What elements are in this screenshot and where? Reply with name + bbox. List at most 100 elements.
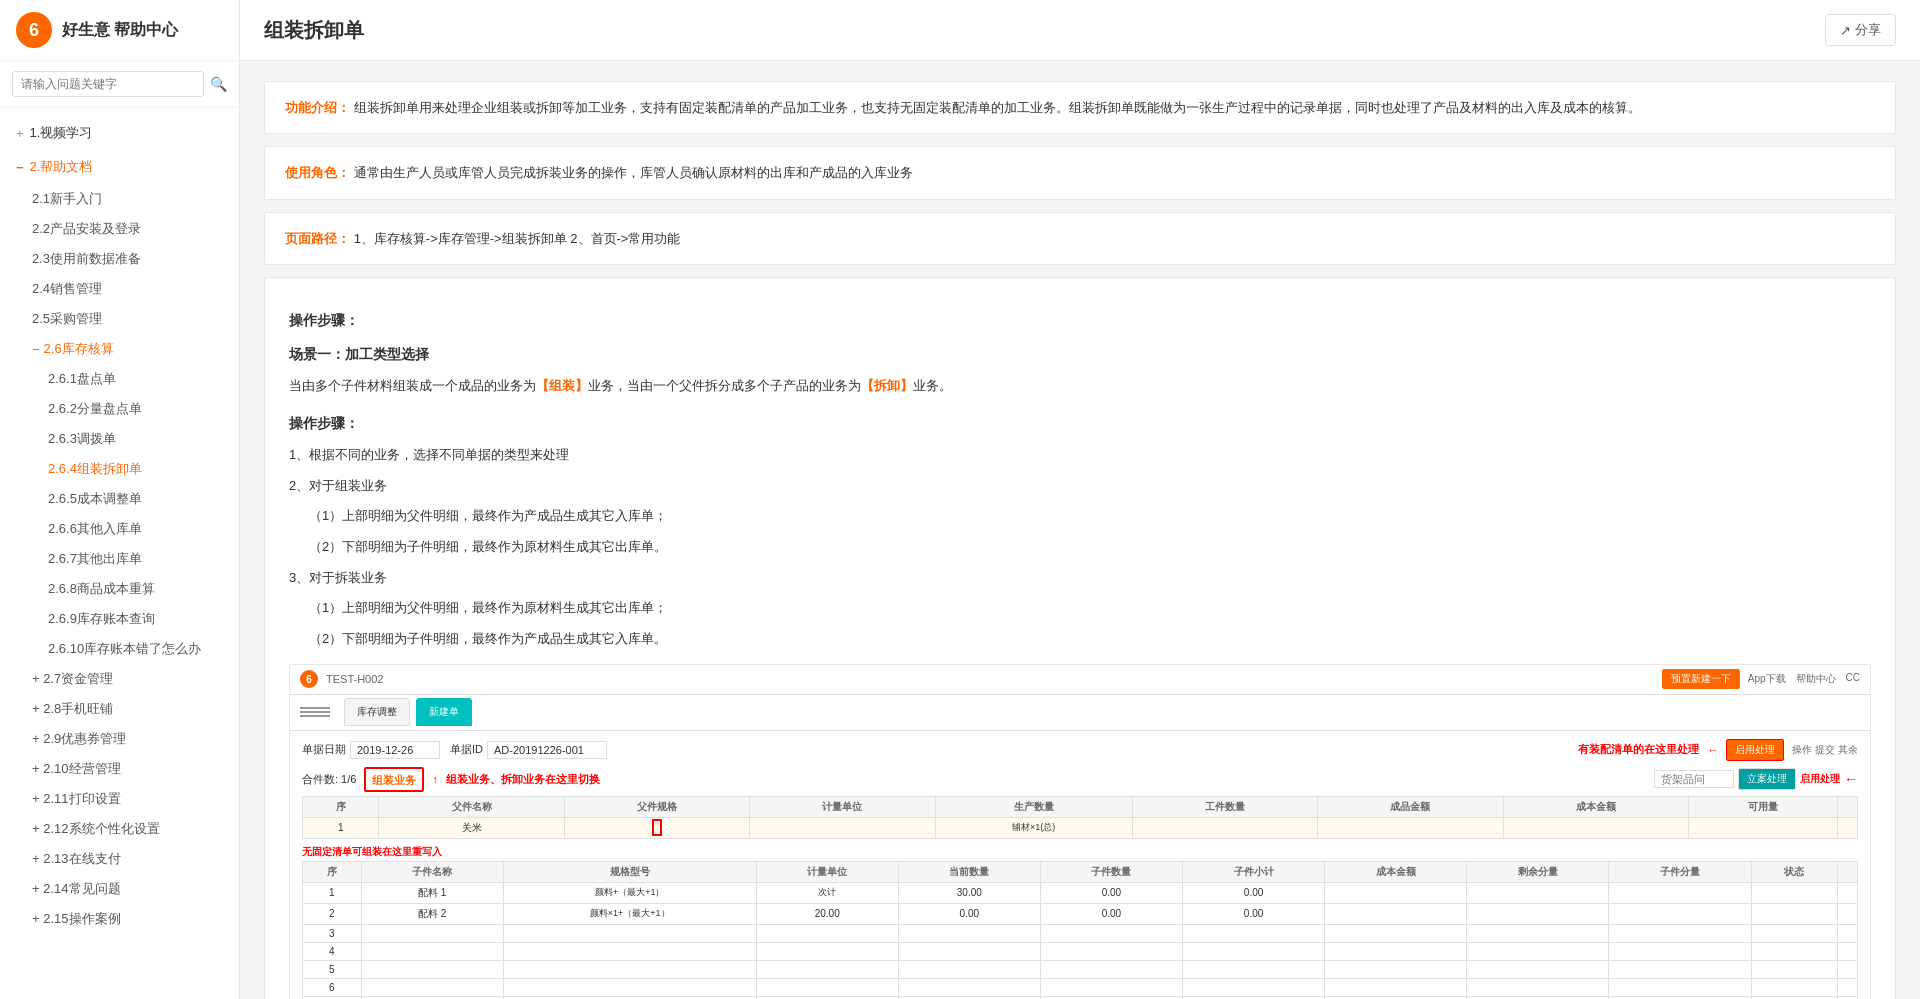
annotation-arrow-2: ↑ xyxy=(432,773,438,785)
mock-user: CC xyxy=(1846,672,1860,686)
path-block: 页面路径： 1、库存核算->库存管理->组装拆卸单 2、首页->常用功能 xyxy=(264,212,1896,265)
search-box: 🔍 xyxy=(0,61,239,108)
sidebar-item-ledger-fix[interactable]: 2.6.10库存账本错了怎么办 xyxy=(0,634,239,664)
scene1-desc-text: 当由多个子件材料组装成一个成品的业务为 xyxy=(289,378,536,393)
mock-table-parent: 序 父件名称 父件规格 计量单位 生产数量 工件数量 成品金额 成本金额 可用量 xyxy=(302,796,1858,839)
path-text: 1、库存核算->库存管理->组装拆卸单 2、首页->常用功能 xyxy=(354,231,681,246)
sidebar-item-other-out[interactable]: 2.6.7其他出库单 xyxy=(0,544,239,574)
collapse-icon: − xyxy=(16,160,24,175)
mock-process-btn[interactable]: 启用处理 xyxy=(1726,739,1784,761)
sidebar-item-finance[interactable]: + 2.7资金管理 xyxy=(0,664,239,694)
sidebar-item-stocktake[interactable]: 2.6.1盘点单 xyxy=(0,364,239,394)
mock-company: TEST-H002 xyxy=(326,673,383,685)
table-row: 5 xyxy=(303,960,1858,978)
steps-title: 操作步骤： xyxy=(289,312,1871,330)
mock-help-center: 帮助中心 xyxy=(1796,672,1836,686)
mock-tab-new[interactable]: 新建单 xyxy=(416,698,472,726)
sidebar-item-video[interactable]: + 1.视频学习 xyxy=(0,116,239,150)
sidebar-item-assembly[interactable]: 2.6.4组装拆卸单 xyxy=(0,454,239,484)
sidebar-item-sales[interactable]: 2.4销售管理 xyxy=(0,274,239,304)
sidebar-item-payment[interactable]: + 2.13在线支付 xyxy=(0,844,239,874)
intro-text: 组装拆卸单用来处理企业组装或拆卸等加工业务，支持有固定装配清单的产品加工业务，也… xyxy=(354,100,1641,115)
sidebar-item-cost-recalc[interactable]: 2.6.8商品成本重算 xyxy=(0,574,239,604)
main-header: 组装拆卸单 ↗ 分享 xyxy=(240,0,1920,61)
sidebar-item-print[interactable]: + 2.11打印设置 xyxy=(0,784,239,814)
role-label: 使用角色： xyxy=(285,165,350,180)
mock-extra-btns: 操作 提交 其余 xyxy=(1792,743,1858,757)
logo-icon: 6 xyxy=(16,12,52,48)
share-icon: ↗ xyxy=(1840,23,1851,38)
share-button[interactable]: ↗ 分享 xyxy=(1825,14,1896,46)
sidebar: 6 好生意 帮助中心 🔍 + 1.视频学习 − 2.帮助文档 2.1新手入门 2… xyxy=(0,0,240,999)
sidebar-item-ledger-query[interactable]: 2.6.9库存账本查询 xyxy=(0,604,239,634)
mock-shelf-input[interactable] xyxy=(1654,770,1734,788)
steps-title2: 操作步骤： xyxy=(289,415,1871,433)
content-area: 功能介绍： 组装拆卸单用来处理企业组装或拆卸等加工业务，支持有固定装配清单的产品… xyxy=(240,61,1920,999)
mock-date-input[interactable] xyxy=(350,741,440,759)
role-block: 使用角色： 通常由生产人员或库管人员完成拆装业务的操作，库管人员确认原材料的出库… xyxy=(264,146,1896,199)
sidebar-item-docs[interactable]: − 2.帮助文档 xyxy=(0,150,239,184)
mock-type-selector[interactable]: 组装业务 xyxy=(364,767,424,792)
sidebar-item-transfer[interactable]: 2.6.3调拨单 xyxy=(0,424,239,454)
sidebar-item-customize[interactable]: + 2.12系统个性化设置 xyxy=(0,814,239,844)
mock-type-row: 合件数: 1/6 组装业务 ↑ 组装业务、拆卸业务在这里切换 立案处理 启用处理 xyxy=(302,767,1858,792)
table-row: 1 关米 辅材×1(总) xyxy=(303,817,1858,838)
screenshot-container: 6 TEST-H002 预置新建一下 App下载 帮助中心 CC xyxy=(289,664,1871,999)
steps-block: 操作步骤： 场景一：加工类型选择 当由多个子件材料组装成一个成品的业务为【组装】… xyxy=(264,277,1896,999)
step3: 3、对于拆装业务 xyxy=(289,566,1871,591)
mock-logo: 6 xyxy=(300,670,318,688)
sidebar-item-install[interactable]: 2.2产品安装及登录 xyxy=(0,214,239,244)
sidebar-item-other-in[interactable]: 2.6.6其他入库单 xyxy=(0,514,239,544)
table-row: 2 配料 2 颜料×1+（最大+1） 20.00 0.00 0.00 0.00 xyxy=(303,903,1858,924)
mock-screenshot: 6 TEST-H002 预置新建一下 App下载 帮助中心 CC xyxy=(290,665,1870,999)
mock-field-date: 单据日期 xyxy=(302,741,440,759)
sidebar-item-operations[interactable]: + 2.10经营管理 xyxy=(0,754,239,784)
sidebar-item-coupon[interactable]: + 2.9优惠券管理 xyxy=(0,724,239,754)
main-content: 组装拆卸单 ↗ 分享 功能介绍： 组装拆卸单用来处理企业组装或拆卸等加工业务，支… xyxy=(240,0,1920,999)
search-icon[interactable]: 🔍 xyxy=(210,76,227,92)
mock-tab-adjust[interactable]: 库存调整 xyxy=(344,698,410,726)
sidebar-item-data-prep[interactable]: 2.3使用前数据准备 xyxy=(0,244,239,274)
mock-app-download: App下载 xyxy=(1748,672,1786,686)
path-label: 页面路径： xyxy=(285,231,350,246)
annotation-arrow-1: ← xyxy=(1707,744,1718,756)
mock-field-id: 单据ID xyxy=(450,741,607,759)
sidebar-item-mobile[interactable]: + 2.8手机旺铺 xyxy=(0,694,239,724)
sidebar-item-inventory[interactable]: − 2.6库存核算 xyxy=(0,334,239,364)
mock-annotation-type: 组装业务、拆卸业务在这里切换 xyxy=(446,772,600,787)
mock-annotation-process: 启用处理 xyxy=(1800,772,1840,786)
mock-table-child: 序 子件名称 规格型号 计量单位 当前数量 子件数量 子件小计 成本金额 剩余分… xyxy=(302,861,1858,999)
table-row: 4 xyxy=(303,942,1858,960)
step2: 2、对于组装业务 xyxy=(289,474,1871,499)
page-title: 组装拆卸单 xyxy=(264,17,364,44)
search-input[interactable] xyxy=(12,71,204,97)
mock-id-input[interactable] xyxy=(487,741,607,759)
mock-preset-btn[interactable]: 预置新建一下 xyxy=(1662,669,1740,689)
sidebar-header: 6 好生意 帮助中心 xyxy=(0,0,239,61)
mock-annotation-row: 无固定清单可组装在这里重写入 xyxy=(302,845,1858,859)
role-text: 通常由生产人员或库管人员完成拆装业务的操作，库管人员确认原材料的出库和产成品的入… xyxy=(354,165,913,180)
sidebar-item-cost-adjust[interactable]: 2.6.5成本调整单 xyxy=(0,484,239,514)
table-row: 1 配料 1 颜料+（最大+1） 次计 30.00 0.00 0.00 xyxy=(303,882,1858,903)
sidebar-item-faq[interactable]: + 2.14常见问题 xyxy=(0,874,239,904)
annotation-arrow-3: ← xyxy=(1844,771,1858,787)
sidebar-item-beginner[interactable]: 2.1新手入门 xyxy=(0,184,239,214)
scene1-desc: 当由多个子件材料组装成一个成品的业务为【组装】业务，当由一个父件拆分成多个子产品… xyxy=(289,374,1871,399)
intro-label: 功能介绍： xyxy=(285,100,350,115)
mock-annotation-bom: 有装配清单的在这里处理 xyxy=(1578,742,1699,757)
mock-sub-area: 立案处理 启用处理 ← xyxy=(1654,768,1858,790)
sidebar-item-cases[interactable]: + 2.15操作案例 xyxy=(0,904,239,934)
sidebar-item-partial-stocktake[interactable]: 2.6.2分量盘点单 xyxy=(0,394,239,424)
sidebar-item-purchase[interactable]: 2.5采购管理 xyxy=(0,304,239,334)
step3-2: （2）下部明细为子件明细，最终作为产成品生成其它入库单。 xyxy=(289,627,1871,652)
mock-nav: 库存调整 新建单 xyxy=(290,695,1870,731)
step2-1: （1）上部明细为父件明细，最终作为产成品生成其它入库单； xyxy=(289,504,1871,529)
step1: 1、根据不同的业务，选择不同单据的类型来处理 xyxy=(289,443,1871,468)
mock-count-label: 合件数: 1/6 xyxy=(302,772,356,787)
expand-icon: + xyxy=(16,126,24,141)
mock-annotation-nofixed: 无固定清单可组装在这里重写入 xyxy=(302,845,442,859)
table-row: 6 xyxy=(303,978,1858,996)
table-row: 3 xyxy=(303,924,1858,942)
collapse-icon-2: − xyxy=(32,342,40,357)
mock-sub-btn[interactable]: 立案处理 xyxy=(1738,768,1796,790)
